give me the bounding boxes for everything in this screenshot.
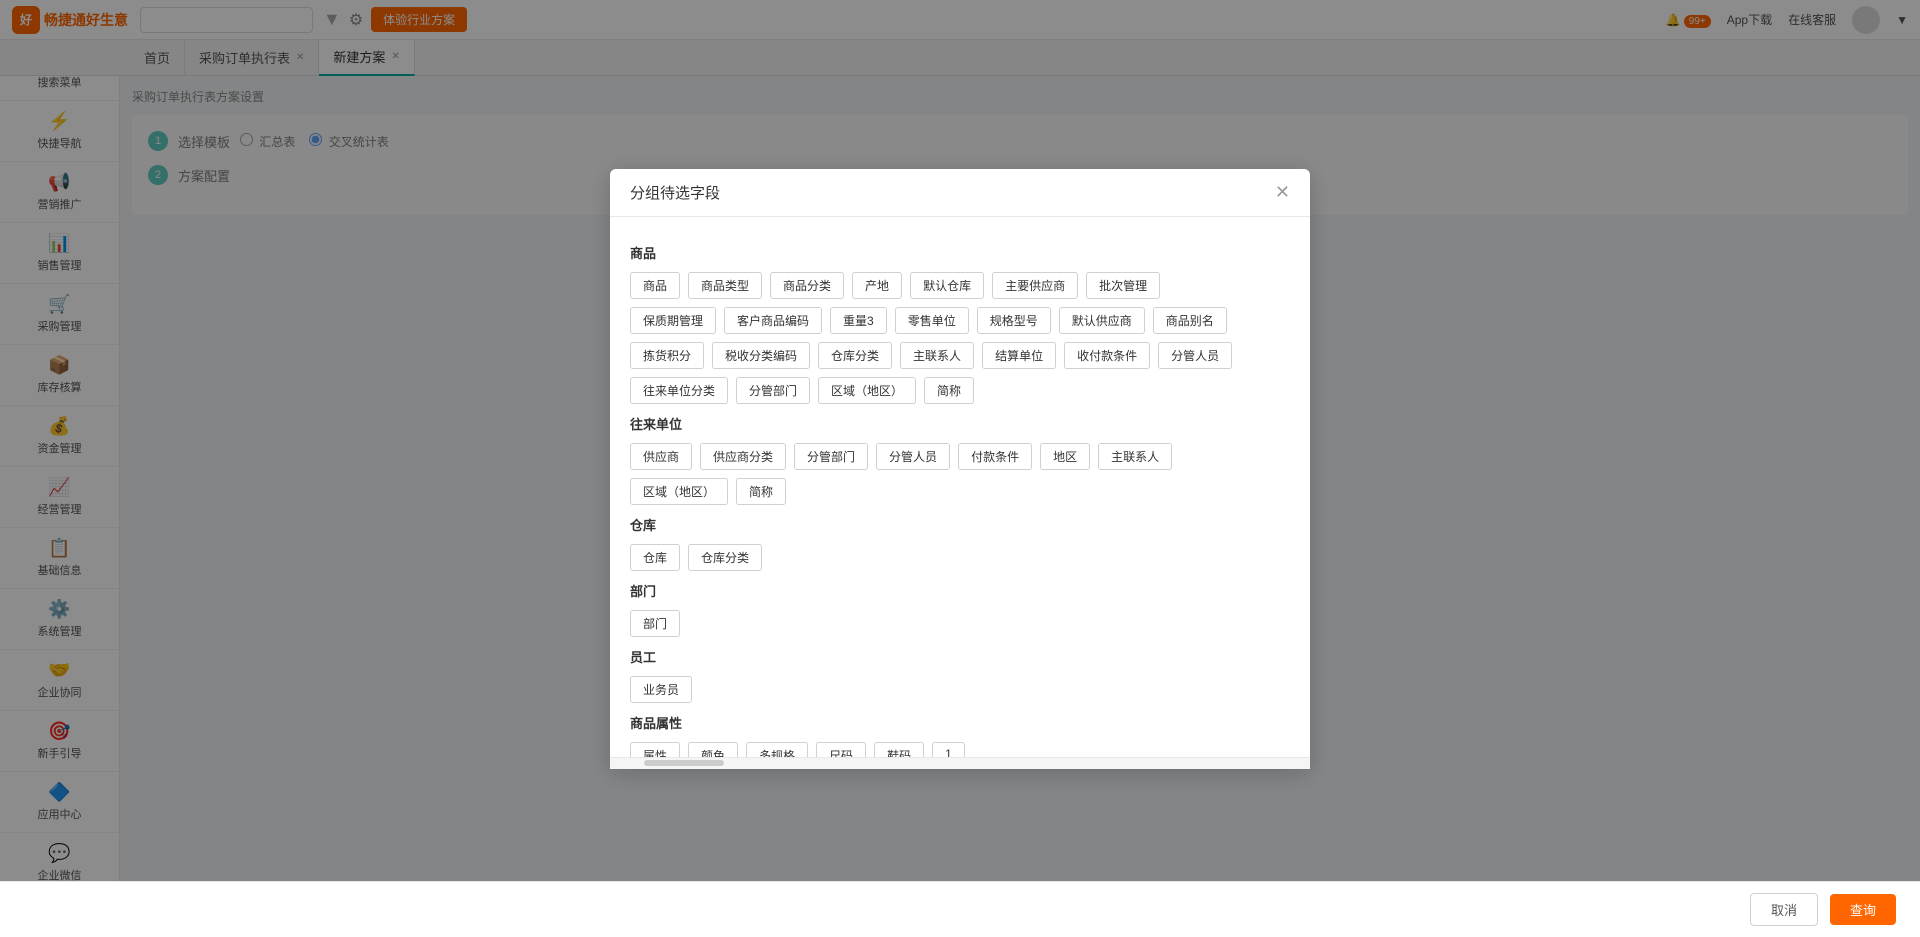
field-grid-product2: 保质期管理 客户商品编码 重量3 零售单位 规格型号 默认供应商 商品别名 <box>630 307 1290 334</box>
field-tag[interactable]: 仓库分类 <box>688 544 762 571</box>
cancel-button[interactable]: 取消 <box>1750 893 1818 926</box>
field-tag[interactable]: 区域（地区） <box>818 377 916 404</box>
modal-horizontal-scrollbar[interactable] <box>610 757 1310 769</box>
field-tag[interactable]: 税收分类编码 <box>712 342 810 369</box>
field-tag[interactable]: 区域（地区） <box>630 478 728 505</box>
field-tag[interactable]: 供应商分类 <box>700 443 786 470</box>
field-tag[interactable]: 分管部门 <box>736 377 810 404</box>
field-tag[interactable]: 简称 <box>924 377 974 404</box>
field-tag[interactable]: 尺码 <box>816 742 866 757</box>
field-grid-product-attr: 属性 颜色 多规格 尺码 鞋码 1 <box>630 742 1290 757</box>
field-tag[interactable]: 客户商品编码 <box>724 307 822 334</box>
field-tag[interactable]: 主联系人 <box>900 342 974 369</box>
field-tag[interactable]: 产地 <box>852 272 902 299</box>
field-grid-product4: 往来单位分类 分管部门 区域（地区） 简称 <box>630 377 1290 404</box>
field-tag[interactable]: 简称 <box>736 478 786 505</box>
field-tag[interactable]: 部门 <box>630 610 680 637</box>
field-tag[interactable]: 往来单位分类 <box>630 377 728 404</box>
field-tag[interactable]: 收付款条件 <box>1064 342 1150 369</box>
field-tag[interactable]: 商品别名 <box>1153 307 1227 334</box>
field-tag[interactable]: 主要供应商 <box>992 272 1078 299</box>
section-title-product-attr: 商品属性 <box>630 713 1290 732</box>
modal-body[interactable]: 商品 商品 商品类型 商品分类 产地 默认仓库 主要供应商 批次管理 保质期管理… <box>610 217 1310 757</box>
field-tag[interactable]: 供应商 <box>630 443 692 470</box>
field-tag[interactable]: 属性 <box>630 742 680 757</box>
field-tag[interactable]: 地区 <box>1040 443 1090 470</box>
section-title-employee: 员工 <box>630 647 1290 666</box>
modal-title: 分组待选字段 <box>630 182 720 203</box>
section-title-product: 商品 <box>630 243 1290 262</box>
field-tag[interactable]: 拣货积分 <box>630 342 704 369</box>
modal-overlay: 分组待选字段 ✕ 商品 商品 商品类型 商品分类 产地 默认仓库 主要供应商 批… <box>0 0 1920 937</box>
field-grid-counterpart2: 区域（地区） 简称 <box>630 478 1290 505</box>
field-grid-counterpart: 供应商 供应商分类 分管部门 分管人员 付款条件 地区 主联系人 <box>630 443 1290 470</box>
field-tag[interactable]: 1 <box>932 742 965 757</box>
section-title-warehouse: 仓库 <box>630 515 1290 534</box>
field-tag[interactable]: 重量3 <box>830 307 887 334</box>
field-grid-warehouse: 仓库 仓库分类 <box>630 544 1290 571</box>
field-grid-product3: 拣货积分 税收分类编码 仓库分类 主联系人 结算单位 收付款条件 分管人员 <box>630 342 1290 369</box>
modal-header: 分组待选字段 ✕ <box>610 169 1310 217</box>
field-tag[interactable]: 批次管理 <box>1086 272 1160 299</box>
field-tag[interactable]: 多规格 <box>746 742 808 757</box>
field-tag[interactable]: 仓库 <box>630 544 680 571</box>
field-tag[interactable]: 规格型号 <box>977 307 1051 334</box>
field-grid-department: 部门 <box>630 610 1290 637</box>
modal-close-button[interactable]: ✕ <box>1275 182 1290 203</box>
field-tag[interactable]: 业务员 <box>630 676 692 703</box>
section-title-department: 部门 <box>630 581 1290 600</box>
modal-footer: 取消 查询 <box>0 881 1920 937</box>
hscroll-thumb[interactable] <box>644 760 724 766</box>
field-grid-product: 商品 商品类型 商品分类 产地 默认仓库 主要供应商 批次管理 <box>630 272 1290 299</box>
field-tag[interactable]: 颜色 <box>688 742 738 757</box>
field-tag[interactable]: 分管部门 <box>794 443 868 470</box>
field-tag[interactable]: 商品分类 <box>770 272 844 299</box>
confirm-button[interactable]: 查询 <box>1830 894 1896 925</box>
field-grid-employee: 业务员 <box>630 676 1290 703</box>
field-tag[interactable]: 商品 <box>630 272 680 299</box>
field-tag[interactable]: 结算单位 <box>982 342 1056 369</box>
field-tag[interactable]: 鞋码 <box>874 742 924 757</box>
modal: 分组待选字段 ✕ 商品 商品 商品类型 商品分类 产地 默认仓库 主要供应商 批… <box>610 169 1310 769</box>
field-tag[interactable]: 默认仓库 <box>910 272 984 299</box>
field-tag[interactable]: 付款条件 <box>958 443 1032 470</box>
field-tag[interactable]: 仓库分类 <box>818 342 892 369</box>
field-tag[interactable]: 零售单位 <box>895 307 969 334</box>
field-tag[interactable]: 默认供应商 <box>1059 307 1145 334</box>
field-tag[interactable]: 分管人员 <box>876 443 950 470</box>
field-tag[interactable]: 保质期管理 <box>630 307 716 334</box>
field-tag[interactable]: 分管人员 <box>1158 342 1232 369</box>
section-title-counterpart: 往来单位 <box>630 414 1290 433</box>
field-tag[interactable]: 商品类型 <box>688 272 762 299</box>
field-tag[interactable]: 主联系人 <box>1098 443 1172 470</box>
